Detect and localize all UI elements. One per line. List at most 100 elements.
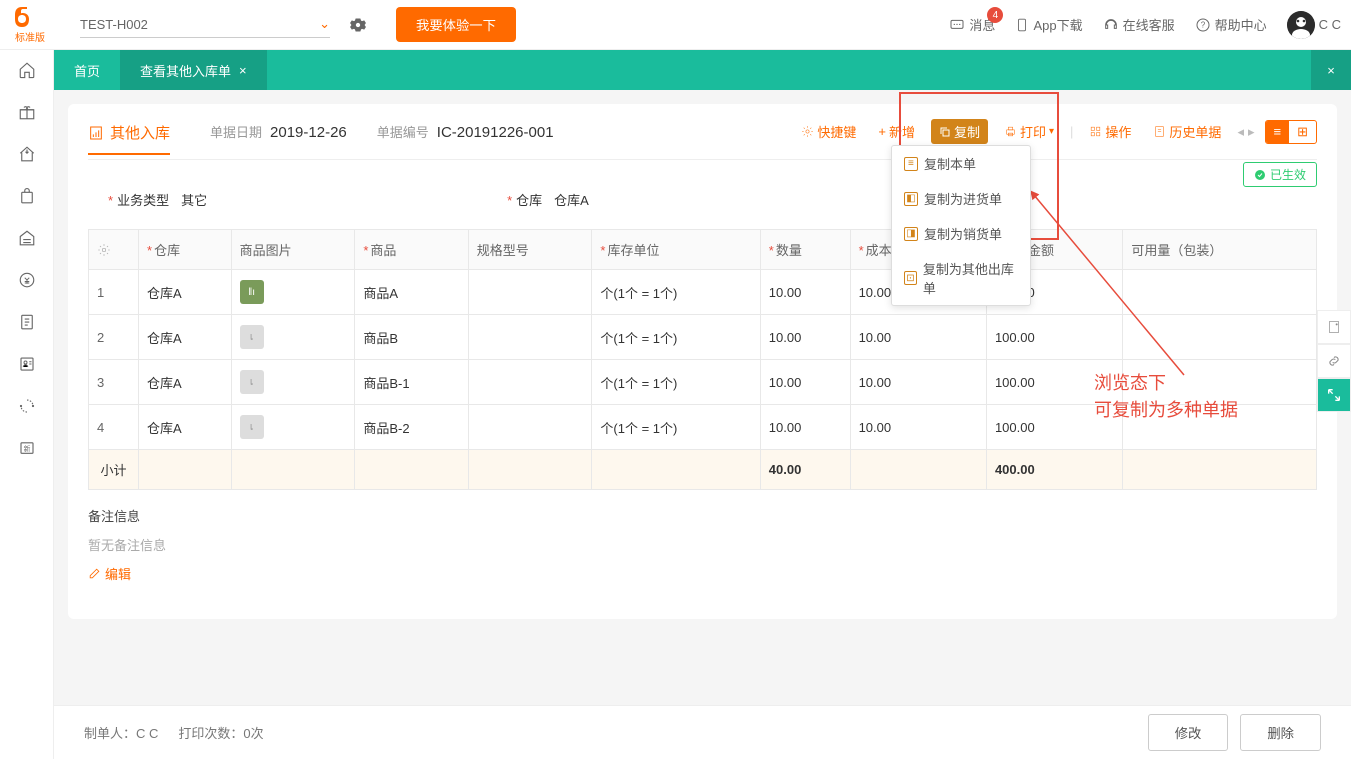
rail-note-icon[interactable] [1317, 310, 1351, 344]
new-button[interactable]: +新增 [872, 118, 921, 145]
settings-gear-icon[interactable] [350, 17, 366, 33]
operations-button[interactable]: 操作 [1083, 118, 1137, 145]
row-index: 2 [89, 315, 139, 360]
cell-unit: 个(1个 = 1个) [592, 270, 760, 315]
cell-qty: 10.00 [760, 315, 850, 360]
chevron-down-icon: ⌄ [319, 16, 330, 32]
cell-available [1123, 405, 1317, 450]
tab-current[interactable]: 查看其他入库单 × [120, 50, 267, 90]
table-row[interactable]: 2 仓库A เ 商品B 个(1个 = 1个) 10.00 10.00 100.0… [89, 315, 1317, 360]
tab-home[interactable]: 首页 [54, 50, 120, 90]
edit-icon [88, 567, 101, 580]
biz-type-value: 其它 [181, 190, 207, 209]
cell-qty: 10.00 [760, 360, 850, 405]
document-panel: 其他入库 单据日期2019-12-26 单据编号IC-20191226-001 … [68, 104, 1337, 619]
table-row[interactable]: 3 仓库A เ 商品B-1 个(1个 = 1个) 10.00 10.00 100… [89, 360, 1317, 405]
messages-button[interactable]: 消息 4 [949, 15, 995, 34]
warehouse-label: 仓库 [507, 190, 542, 209]
tab-close-icon[interactable]: × [239, 63, 247, 78]
sidebar-home-icon[interactable] [17, 60, 37, 80]
sidebar-finance-icon[interactable] [17, 270, 37, 290]
print-icon [1004, 125, 1017, 138]
nav-arrows: ◂ ▸ [1237, 124, 1254, 140]
cell-warehouse: 仓库A [139, 270, 232, 315]
sidebar-sales-icon[interactable] [17, 186, 37, 206]
cell-qty: 10.00 [760, 405, 850, 450]
user-name: C C [1319, 17, 1341, 32]
cell-spec [468, 405, 592, 450]
prev-arrow-icon[interactable]: ◂ [1237, 124, 1244, 140]
company-selector[interactable]: TEST-H002 ⌄ [80, 11, 330, 38]
sidebar: 新 [0, 50, 54, 759]
logo[interactable]: 标准版 [10, 5, 50, 44]
remark-title: 备注信息 [88, 506, 1317, 525]
sidebar-warehouse-icon[interactable] [17, 228, 37, 248]
copy-this-icon: ≡ [904, 157, 918, 171]
biz-type-field: 业务类型 其它 [108, 190, 207, 209]
table-row[interactable]: 4 仓库A เ 商品B-2 个(1个 = 1个) 10.00 10.00 100… [89, 405, 1317, 450]
row-index: 1 [89, 270, 139, 315]
message-badge: 4 [987, 7, 1003, 23]
sidebar-gift-icon[interactable] [17, 102, 37, 122]
trial-button[interactable]: 我要体验一下 [396, 7, 516, 42]
tab-home-label: 首页 [74, 61, 100, 80]
cell-product: 商品B-2 [355, 405, 468, 450]
sidebar-new-icon[interactable]: 新 [17, 438, 37, 458]
delete-button[interactable]: 删除 [1240, 714, 1321, 751]
remark-edit-button[interactable]: 编辑 [88, 564, 1317, 583]
next-arrow-icon[interactable]: ▸ [1248, 124, 1255, 140]
subtotal-qty: 40.00 [760, 450, 850, 490]
footer-print-count: 打印次数：0次 [178, 723, 263, 742]
copy-button[interactable]: 复制 [931, 119, 988, 144]
logo-edition: 标准版 [10, 29, 50, 44]
dropdown-copy-this[interactable]: ≡复制本单 [892, 146, 1030, 181]
view-list-icon[interactable]: ≡ [1266, 121, 1290, 143]
cell-qty: 10.00 [760, 270, 850, 315]
help-icon: ? [1195, 17, 1211, 33]
sidebar-contact-icon[interactable] [17, 354, 37, 374]
history-button[interactable]: 历史单据 [1147, 118, 1227, 145]
dropdown-copy-other-out[interactable]: ⊡复制为其他出库单 [892, 251, 1030, 305]
svg-text:新: 新 [23, 444, 30, 453]
close-all-tabs[interactable]: × [1311, 50, 1351, 90]
check-circle-icon [1254, 169, 1266, 181]
cell-unit: 个(1个 = 1个) [592, 360, 760, 405]
product-image-icon: ǁı [240, 280, 264, 304]
sidebar-report-icon[interactable] [17, 312, 37, 332]
product-image-icon: เ [240, 370, 264, 394]
cell-spec [468, 270, 592, 315]
doc-date: 单据日期2019-12-26 [210, 122, 347, 141]
headset-icon [1103, 17, 1119, 33]
customer-service-button[interactable]: 在线客服 [1103, 15, 1175, 34]
cell-amount: 100.00 [986, 360, 1122, 405]
sidebar-purchase-icon[interactable] [17, 144, 37, 164]
user-menu[interactable]: C C [1287, 11, 1341, 39]
help-center-button[interactable]: ? 帮助中心 [1195, 15, 1267, 34]
gear-icon [801, 125, 814, 138]
chevron-down-icon: ▾ [1049, 126, 1054, 137]
cell-available [1123, 315, 1317, 360]
rail-expand-icon[interactable] [1317, 378, 1351, 412]
warehouse-value: 仓库A [554, 190, 589, 209]
cell-product: 商品A [355, 270, 468, 315]
print-button[interactable]: 打印▾ [998, 118, 1060, 145]
cell-spec [468, 360, 592, 405]
cs-label: 在线客服 [1123, 15, 1175, 34]
app-download-button[interactable]: App下载 [1015, 15, 1082, 34]
cell-warehouse: 仓库A [139, 405, 232, 450]
modify-button[interactable]: 修改 [1148, 714, 1229, 751]
dropdown-copy-purchase[interactable]: ◧复制为进货单 [892, 181, 1030, 216]
col-gear[interactable] [89, 230, 139, 270]
cell-amount: 100.00 [986, 405, 1122, 450]
sidebar-sync-icon[interactable] [17, 396, 37, 416]
rail-link-icon[interactable] [1317, 344, 1351, 378]
warehouse-field: 仓库 仓库A [507, 190, 589, 209]
view-grid-icon[interactable]: ⊞ [1289, 121, 1316, 143]
dropdown-copy-sales[interactable]: ◨复制为销货单 [892, 216, 1030, 251]
shortcut-button[interactable]: 快捷键 [795, 118, 862, 145]
footer-maker: 制单人：C C [84, 723, 158, 742]
cell-price: 10.00 [850, 360, 986, 405]
svg-text:?: ? [1200, 20, 1205, 29]
col-qty: 数量 [760, 230, 850, 270]
table-row[interactable]: 1 仓库A ǁı 商品A 个(1个 = 1个) 10.00 10.00 100.… [89, 270, 1317, 315]
